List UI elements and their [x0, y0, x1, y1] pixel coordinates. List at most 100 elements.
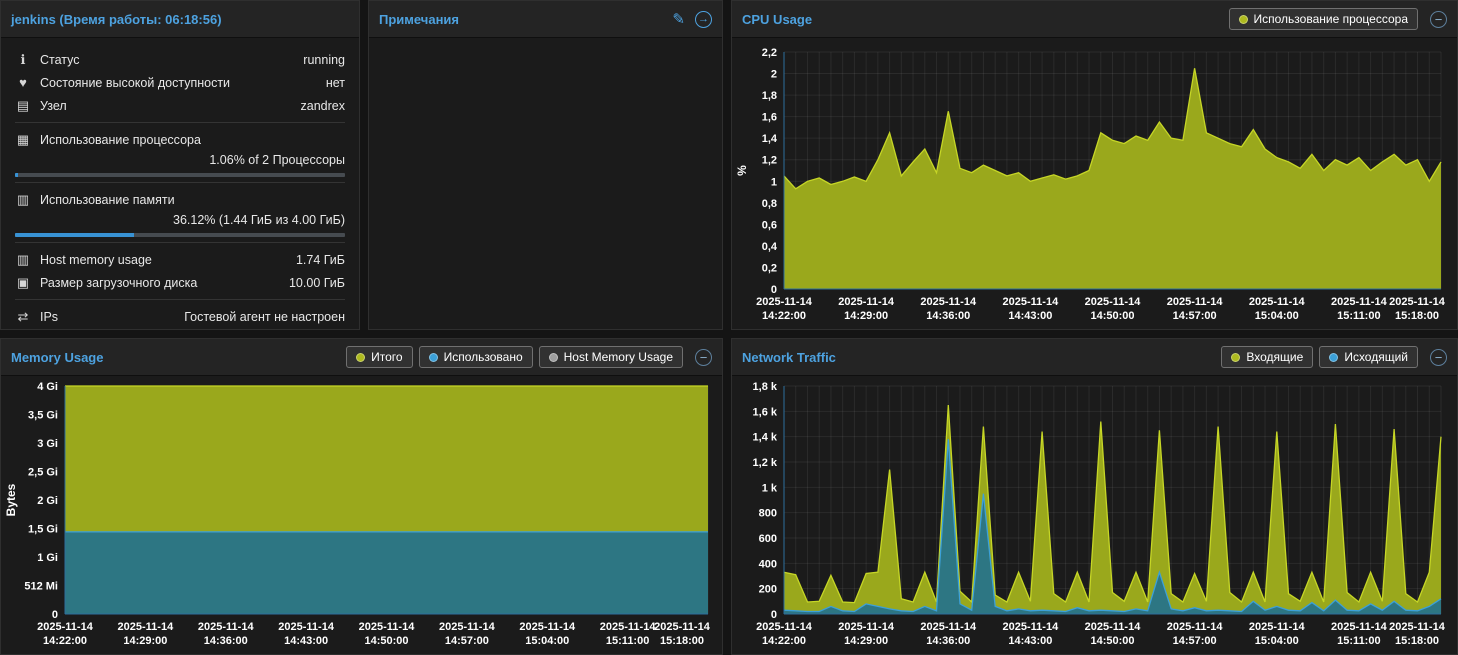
node-value: zandrex: [300, 98, 345, 113]
svg-text:%: %: [735, 165, 749, 176]
svg-text:2025-11-14: 2025-11-14: [1085, 296, 1142, 308]
svg-text:0,8: 0,8: [762, 198, 777, 210]
svg-text:1: 1: [771, 176, 777, 188]
ha-value: нет: [325, 75, 345, 90]
memory-icon: ▥: [16, 191, 30, 207]
cpu-chart-legend: Использование процессора: [1228, 8, 1418, 30]
edit-note-icon[interactable]: ✎: [672, 12, 685, 27]
legend-label: Host Memory Usage: [563, 350, 673, 364]
legend-item[interactable]: Использовано: [418, 346, 533, 368]
svg-text:2025-11-14: 2025-11-14: [359, 621, 416, 633]
node-label: Узел: [40, 98, 67, 113]
svg-text:1,6: 1,6: [762, 112, 777, 124]
bootdisk-value: 10.00 ГиБ: [288, 275, 345, 290]
disk-icon: ▣: [16, 274, 30, 290]
cpu-usage-row: ▦ Использование процессора 1.06% of 2 Пр…: [15, 128, 345, 177]
legend-dot: [356, 352, 366, 362]
legend-item[interactable]: Host Memory Usage: [538, 346, 683, 368]
svg-text:2025-11-14: 2025-11-14: [920, 621, 977, 633]
legend-label: Использовано: [443, 350, 523, 364]
svg-text:2025-11-14: 2025-11-14: [1003, 296, 1060, 308]
legend-dot: [1329, 352, 1339, 362]
legend-label: Итого: [371, 350, 403, 364]
svg-text:400: 400: [759, 558, 777, 570]
status-label: Статус: [40, 52, 80, 67]
dashboard: jenkins (Время работы: 06:18:56) ℹ Стату…: [0, 0, 1458, 655]
svg-text:14:22:00: 14:22:00: [762, 635, 806, 647]
svg-text:2: 2: [771, 69, 777, 81]
svg-text:14:50:00: 14:50:00: [1090, 310, 1134, 322]
svg-text:14:36:00: 14:36:00: [926, 635, 970, 647]
svg-text:2025-11-14: 2025-11-14: [278, 621, 335, 633]
svg-text:2025-11-14: 2025-11-14: [600, 621, 657, 633]
legend-item[interactable]: Входящие: [1221, 346, 1314, 368]
svg-text:2025-11-14: 2025-11-14: [654, 621, 711, 633]
svg-text:15:04:00: 15:04:00: [1255, 310, 1299, 322]
svg-text:2025-11-14: 2025-11-14: [1085, 621, 1142, 633]
divider: [15, 242, 345, 243]
heartbeat-icon: ♥: [19, 75, 27, 90]
legend-label: Входящие: [1246, 350, 1304, 364]
open-notes-icon[interactable]: →: [695, 10, 712, 28]
svg-text:2025-11-14: 2025-11-14: [519, 621, 576, 633]
legend-item[interactable]: Итого: [346, 346, 413, 368]
memory-usage-label: Использование памяти: [40, 192, 175, 207]
memory-usage-progress-fill: [15, 233, 135, 237]
svg-text:14:29:00: 14:29:00: [123, 635, 167, 647]
svg-text:14:36:00: 14:36:00: [204, 635, 248, 647]
legend-dot: [1231, 352, 1241, 362]
svg-text:600: 600: [759, 533, 777, 545]
svg-text:15:18:00: 15:18:00: [1395, 635, 1439, 647]
legend-item[interactable]: Исходящий: [1319, 346, 1418, 368]
svg-text:1 Gi: 1 Gi: [37, 552, 58, 564]
svg-text:1,2 k: 1,2 k: [753, 457, 778, 469]
svg-text:14:50:00: 14:50:00: [364, 635, 408, 647]
notes-panel-body[interactable]: [369, 38, 722, 329]
svg-text:14:57:00: 14:57:00: [1173, 310, 1217, 322]
collapse-panel-icon[interactable]: −: [1430, 10, 1447, 28]
ips-row: ⇄ IPs Гостевой агент не настроен: [15, 305, 345, 328]
status-panel: jenkins (Время работы: 06:18:56) ℹ Стату…: [0, 0, 360, 330]
status-panel-body: ℹ Статус running ♥ Состояние высокой дос…: [1, 38, 359, 329]
svg-text:0: 0: [771, 609, 777, 621]
svg-text:0,6: 0,6: [762, 219, 777, 231]
svg-text:0: 0: [771, 284, 777, 296]
legend-dot: [428, 352, 438, 362]
host-memory-row: ▥ Host memory usage 1.74 ГиБ: [15, 248, 345, 271]
svg-text:2025-11-14: 2025-11-14: [1389, 296, 1446, 308]
collapse-panel-icon[interactable]: −: [695, 348, 712, 366]
ips-icon: ⇄: [17, 308, 29, 324]
bootdisk-row: ▣ Размер загрузочного диска 10.00 ГиБ: [15, 271, 345, 294]
svg-text:1,6 k: 1,6 k: [753, 406, 778, 418]
svg-text:2025-11-14: 2025-11-14: [838, 296, 895, 308]
svg-text:14:36:00: 14:36:00: [926, 310, 970, 322]
ips-value: Гостевой агент не настроен: [184, 309, 345, 324]
legend-item[interactable]: Использование процессора: [1228, 8, 1418, 30]
network-chart-panel: Network Traffic Входящие Исходящий − 0 200…: [731, 338, 1458, 655]
svg-text:1,4: 1,4: [762, 133, 778, 145]
svg-text:1,8 k: 1,8 k: [753, 381, 778, 393]
memory-chart: 0 512 Mi 1 Gi 1,5 Gi 2 Gi 2,5 Gi 3 Gi 3,5 Gi 4 G…: [1, 376, 722, 654]
svg-text:14:22:00: 14:22:00: [762, 310, 806, 322]
svg-text:1,2: 1,2: [762, 155, 777, 167]
svg-text:2025-11-14: 2025-11-14: [838, 621, 895, 633]
svg-text:2025-11-14: 2025-11-14: [198, 621, 255, 633]
svg-text:15:11:00: 15:11:00: [606, 635, 649, 647]
status-panel-title: jenkins (Время работы: 06:18:56): [11, 11, 222, 27]
svg-text:800: 800: [759, 508, 777, 520]
svg-text:15:18:00: 15:18:00: [660, 635, 704, 647]
host-memory-value: 1.74 ГиБ: [295, 252, 345, 267]
status-row-ha: ♥ Состояние высокой доступности нет: [15, 71, 345, 94]
svg-text:2025-11-14: 2025-11-14: [1249, 296, 1306, 308]
svg-text:14:43:00: 14:43:00: [1008, 635, 1052, 647]
collapse-panel-icon[interactable]: −: [1430, 348, 1447, 366]
memory-usage-row: ▥ Использование памяти 36.12% (1.44 ГиБ …: [15, 188, 345, 237]
svg-text:2025-11-14: 2025-11-14: [1167, 621, 1224, 633]
memory-icon: ▥: [16, 251, 30, 267]
status-row-node: ▤ Узел zandrex: [15, 94, 345, 117]
legend-label: Использование процессора: [1253, 12, 1409, 26]
svg-text:0,2: 0,2: [762, 262, 777, 274]
cpu-usage-progress-fill: [15, 173, 19, 177]
divider: [15, 299, 345, 300]
svg-text:14:57:00: 14:57:00: [445, 635, 489, 647]
